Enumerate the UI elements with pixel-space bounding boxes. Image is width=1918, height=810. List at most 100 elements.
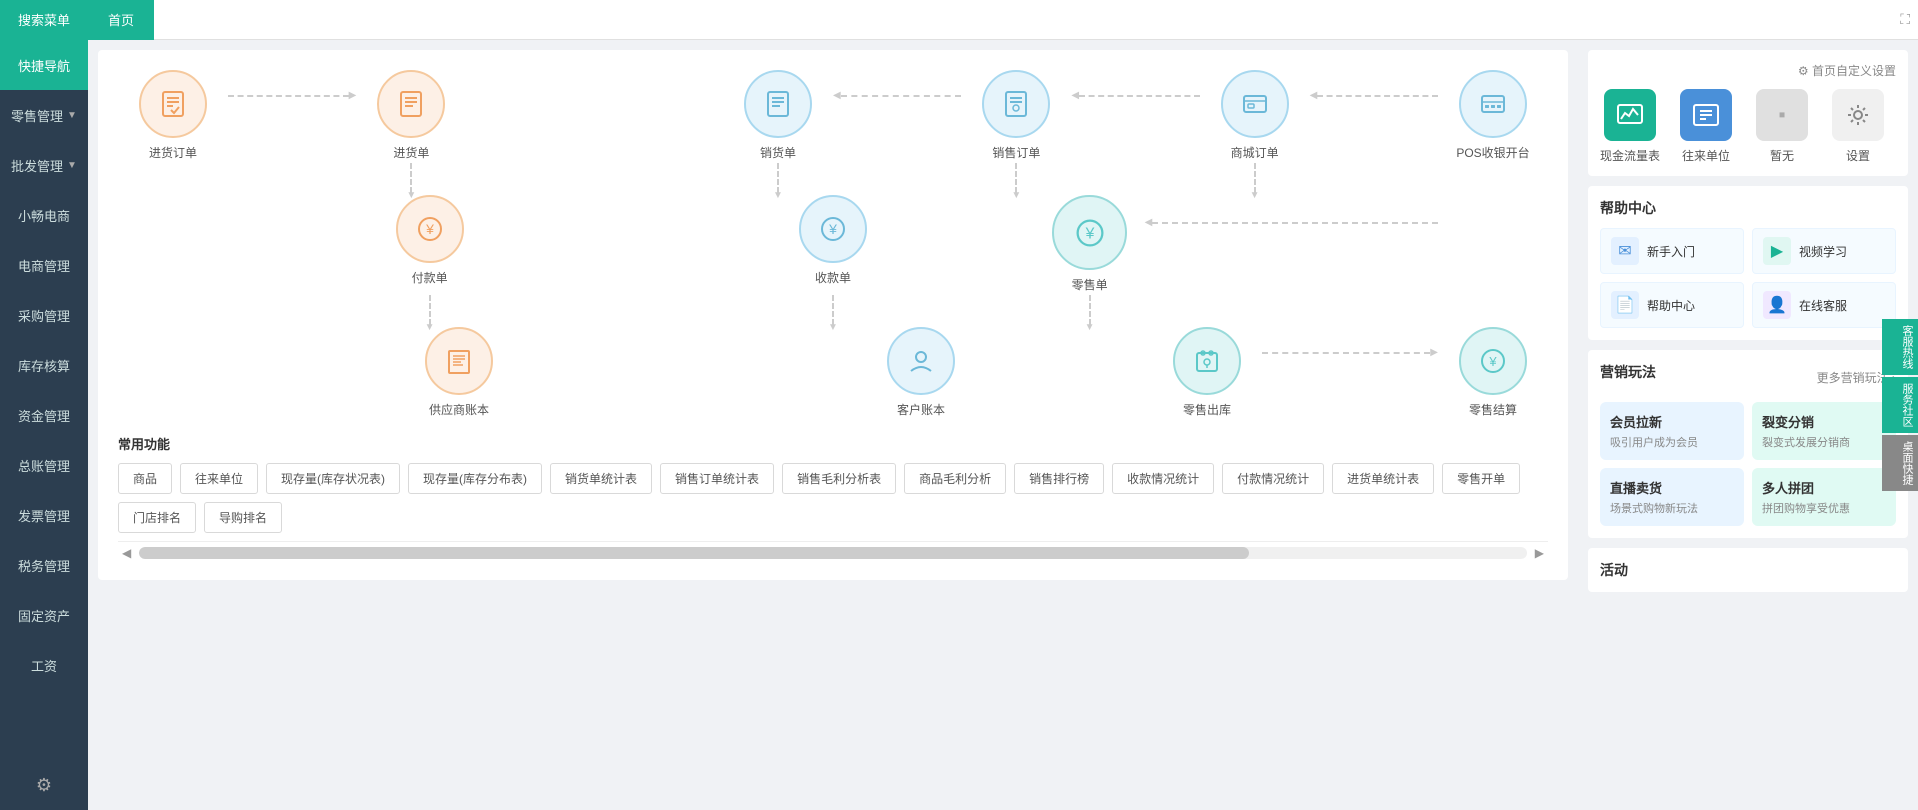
- flow-node-receipt[interactable]: ¥ 收款单: [778, 195, 888, 286]
- sidebar-item-ecommerce[interactable]: 小畅电商: [0, 190, 88, 240]
- sidebar-item-invoice[interactable]: 发票管理: [0, 490, 88, 540]
- help-item-video[interactable]: ▶ 视频学习: [1752, 228, 1896, 274]
- flow-col-purchase-bill: 进货单: [356, 70, 466, 161]
- settings-icon-box: [1832, 89, 1884, 141]
- flow-node-mall-order[interactable]: 商城订单: [1200, 70, 1310, 161]
- flow-node-purchase-order[interactable]: 进货订单: [118, 70, 228, 161]
- func-btn-商品[interactable]: 商品: [118, 463, 172, 494]
- flow-node-retail-bill[interactable]: ¥ 零售单: [1035, 195, 1145, 293]
- flow-node-retail-out[interactable]: 零售出库: [1152, 327, 1262, 418]
- flow-col-supplier: 供应商账本: [404, 327, 514, 418]
- tab-home[interactable]: 首页: [88, 0, 154, 40]
- scroll-row: ◀ ▶: [118, 541, 1548, 560]
- quick-icons-row: 现金流量表 往来单位 ▪ 暂无: [1600, 89, 1896, 164]
- right-panel: ⚙ 首页自定义设置 现金流量表 往来单位: [1578, 40, 1918, 810]
- flow-col-sales-order: 销售订单: [961, 70, 1071, 161]
- sidebar-item-inventory[interactable]: 库存核算: [0, 340, 88, 390]
- sidebar-item-payroll[interactable]: 工资: [0, 640, 88, 690]
- func-btn-现存量(库存状况表)[interactable]: 现存量(库存状况表): [266, 463, 400, 494]
- quick-icon-cashflow[interactable]: 现金流量表: [1600, 89, 1660, 164]
- func-btn-往来单位[interactable]: 往来单位: [180, 463, 258, 494]
- sidebar-item-finance[interactable]: 资金管理: [0, 390, 88, 440]
- svg-text:¥: ¥: [1488, 354, 1497, 369]
- live-desc: 场景式购物新玩法: [1610, 500, 1734, 516]
- func-btn-销售订单统计表[interactable]: 销售订单统计表: [660, 463, 774, 494]
- sidebar-item-tax[interactable]: 税务管理: [0, 540, 88, 590]
- quick-icon-settings[interactable]: 设置: [1828, 89, 1888, 164]
- flow-node-payment[interactable]: ¥ 付款单: [375, 195, 485, 286]
- func-btn-导购排名[interactable]: 导购排名: [204, 502, 282, 533]
- func-btn-收款情况统计[interactable]: 收款情况统计: [1112, 463, 1214, 494]
- func-grid: 商品往来单位现存量(库存状况表)现存量(库存分布表)销货单统计表销售订单统计表销…: [118, 463, 1548, 533]
- func-btn-门店排名[interactable]: 门店排名: [118, 502, 196, 533]
- none-label: 暂无: [1770, 147, 1794, 164]
- quick-icon-contacts[interactable]: 往来单位: [1676, 89, 1736, 164]
- customer-service-label: 在线客服: [1799, 297, 1847, 314]
- contacts-icon-box: [1680, 89, 1732, 141]
- scroll-left-btn[interactable]: ◀: [118, 546, 135, 560]
- marketing-item-group[interactable]: 多人拼团 拼团购物享受优惠: [1752, 468, 1896, 526]
- marketing-item-member[interactable]: 会员拉新 吸引用户成为会员: [1600, 402, 1744, 460]
- flow-col-purchase-order: 进货订单: [118, 70, 228, 161]
- sidebar-item-assets[interactable]: 固定资产: [0, 590, 88, 640]
- func-btn-销售排行榜[interactable]: 销售排行榜: [1014, 463, 1104, 494]
- sidebar-item-ecommerce-mgmt[interactable]: 电商管理: [0, 240, 88, 290]
- flow-node-pos[interactable]: POS收银开台: [1438, 70, 1548, 161]
- quick-icon-none[interactable]: ▪ 暂无: [1752, 89, 1812, 164]
- flow-node-retail-settle[interactable]: ¥ 零售结算: [1438, 327, 1548, 418]
- float-btn-community[interactable]: 服务社区: [1882, 377, 1918, 433]
- flow-col-sales-bill: 销货单: [723, 70, 833, 161]
- svg-text:¥: ¥: [425, 221, 434, 237]
- search-menu-button[interactable]: 搜索菜单: [0, 0, 88, 40]
- sidebar-label-retail: 零售管理: [11, 106, 63, 125]
- group-desc: 拼团购物享受优惠: [1762, 500, 1886, 516]
- customer-label: 客户账本: [897, 401, 945, 418]
- marketing-item-live[interactable]: 直播卖货 场景式购物新玩法: [1600, 468, 1744, 526]
- help-item-help-center[interactable]: 📄 帮助中心: [1600, 282, 1744, 328]
- func-btn-销货单统计表[interactable]: 销货单统计表: [550, 463, 652, 494]
- customize-link[interactable]: ⚙ 首页自定义设置: [1798, 62, 1896, 79]
- help-item-beginner[interactable]: ✉ 新手入门: [1600, 228, 1744, 274]
- quick-nav-card: 进货订单 ▶: [98, 50, 1568, 580]
- sidebar-item-ledger[interactable]: 总账管理: [0, 440, 88, 490]
- scroll-track[interactable]: [139, 547, 1527, 559]
- help-item-customer-service[interactable]: 👤 在线客服: [1752, 282, 1896, 328]
- arrow-pos-to-retail: ◀: [1145, 195, 1438, 228]
- flow-node-customer[interactable]: 客户账本: [866, 327, 976, 418]
- sidebar-item-purchase-mgmt[interactable]: 采购管理: [0, 290, 88, 340]
- flow-node-sales-bill[interactable]: 销货单: [723, 70, 833, 161]
- retail-arrow: ▼: [67, 110, 77, 121]
- sidebar-item-wholesale-mgmt[interactable]: 批发管理 ▼: [0, 140, 88, 190]
- flow-node-sales-order[interactable]: 销售订单: [961, 70, 1071, 161]
- purchase-order-label: 进货订单: [149, 144, 197, 161]
- func-btn-商品毛利分析[interactable]: 商品毛利分析: [904, 463, 1006, 494]
- func-btn-付款情况统计[interactable]: 付款情况统计: [1222, 463, 1324, 494]
- float-btn-hotline[interactable]: 客服热线: [1882, 319, 1918, 375]
- flow-node-purchase-bill[interactable]: 进货单: [356, 70, 466, 161]
- expand-icon[interactable]: ⛶: [1900, 11, 1910, 28]
- func-btn-销售毛利分析表[interactable]: 销售毛利分析表: [782, 463, 896, 494]
- sidebar-settings-button[interactable]: ⚙: [0, 760, 88, 810]
- arrow-purchase-to-bill: ▶: [228, 70, 356, 101]
- receipt-icon: ¥: [799, 195, 867, 263]
- func-btn-现存量(库存分布表)[interactable]: 现存量(库存分布表): [408, 463, 542, 494]
- member-title: 会员拉新: [1610, 412, 1734, 431]
- sidebar-label-ecommerce: 小畅电商: [18, 206, 70, 225]
- help-title: 帮助中心: [1600, 198, 1896, 218]
- scroll-right-btn[interactable]: ▶: [1531, 546, 1548, 560]
- marketing-grid: 会员拉新 吸引用户成为会员 裂变分销 裂变式发展分销商 直播卖货 场景式购物新玩…: [1600, 402, 1896, 526]
- sidebar-item-retail-mgmt[interactable]: 零售管理 ▼: [0, 90, 88, 140]
- retail-bill-icon: ¥: [1052, 195, 1127, 270]
- sidebar-item-quick-nav[interactable]: 快捷导航: [0, 40, 88, 90]
- arrow-pos-to-mall: ◀: [1310, 70, 1438, 101]
- sidebar-label-ecommerce-mgmt: 电商管理: [18, 256, 70, 275]
- marketing-item-fission[interactable]: 裂变分销 裂变式发展分销商: [1752, 402, 1896, 460]
- flow-node-supplier[interactable]: 供应商账本: [404, 327, 514, 418]
- float-btn-desktop[interactable]: 桌面快捷: [1882, 435, 1918, 491]
- help-center-label: 帮助中心: [1647, 297, 1695, 314]
- func-btn-进货单统计表[interactable]: 进货单统计表: [1332, 463, 1434, 494]
- purchase-order-icon: [139, 70, 207, 138]
- func-btn-零售开单[interactable]: 零售开单: [1442, 463, 1520, 494]
- help-section: 帮助中心 ✉ 新手入门 ▶ 视频学习 📄 帮助中心 👤: [1588, 186, 1908, 340]
- beginner-label: 新手入门: [1647, 243, 1695, 260]
